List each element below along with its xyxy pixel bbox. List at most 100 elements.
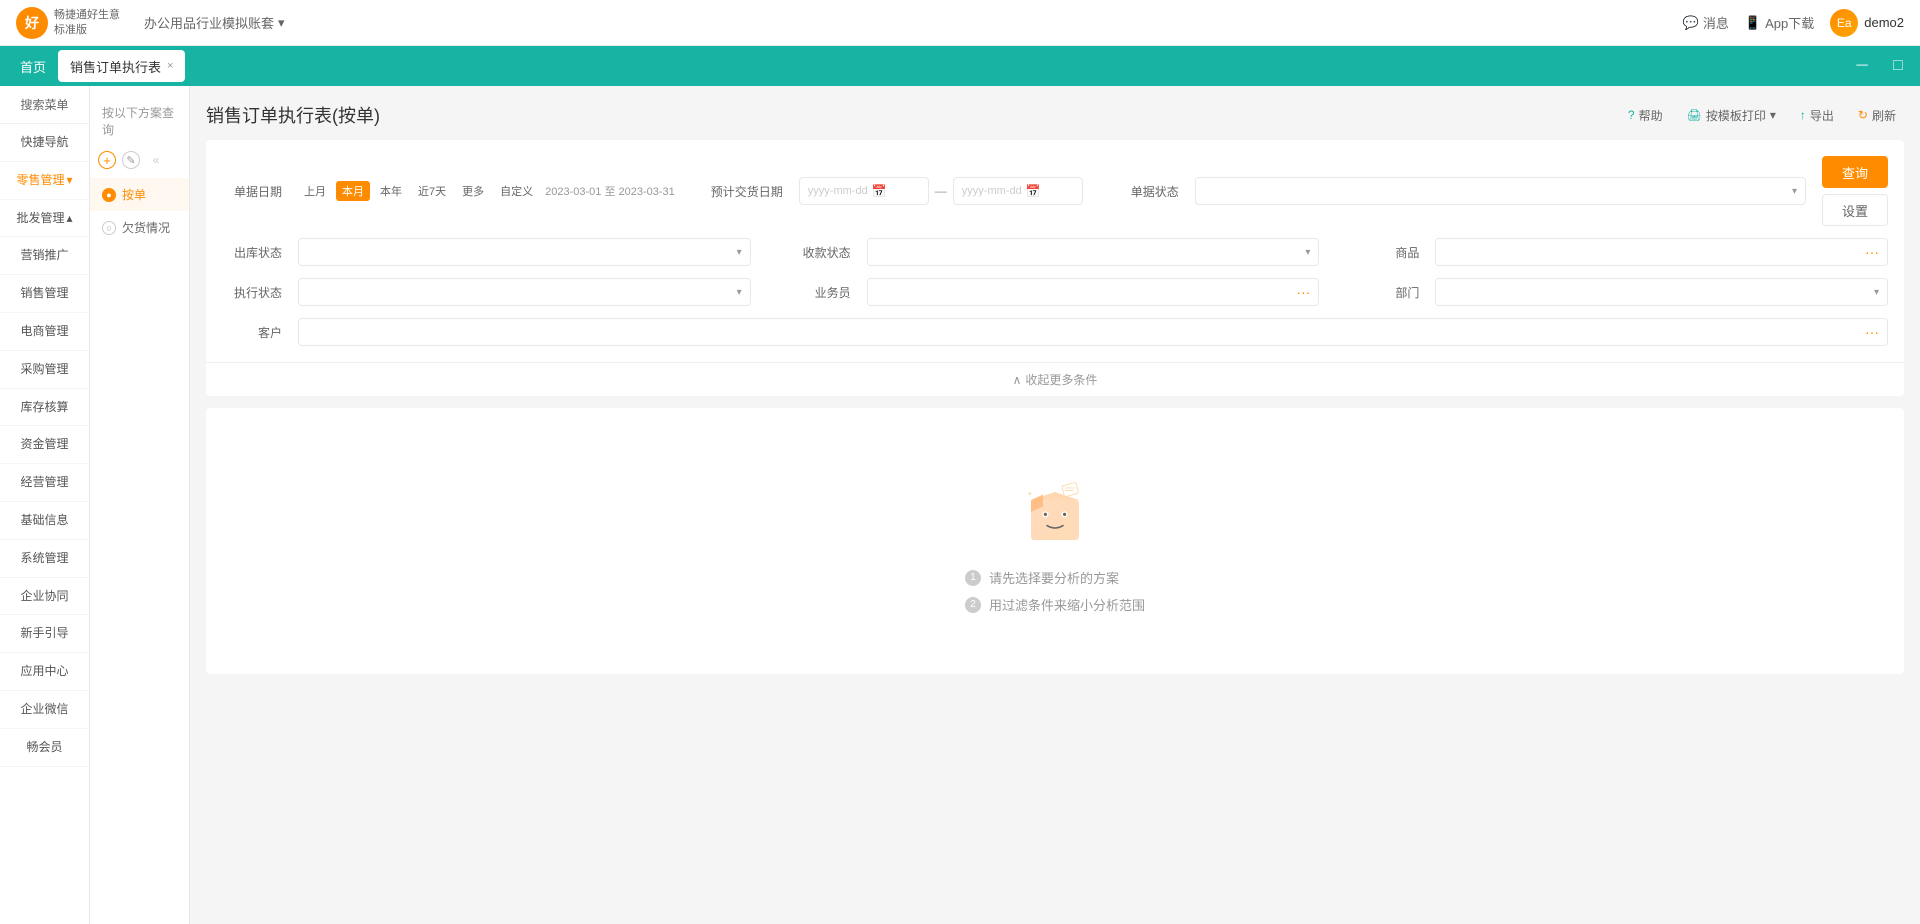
status-select[interactable]: ▾ — [1195, 177, 1806, 205]
sub-sidebar-title: 按以下方案查询 — [90, 96, 189, 146]
sidebar-item-newbie[interactable]: 新手引导 — [0, 615, 89, 653]
refresh-icon: ↻ — [1858, 108, 1868, 122]
expected-date-end[interactable]: yyyy-mm-dd 📅 — [953, 177, 1083, 205]
sidebar-item-app-center[interactable]: 应用中心 — [0, 653, 89, 691]
salesperson-label: 业务员 — [791, 284, 851, 301]
tab-close-icon[interactable]: × — [167, 60, 173, 72]
dept-select[interactable]: ▾ — [1435, 278, 1888, 306]
empty-tip-2: 2 用过滤条件来缩小分析范围 — [965, 595, 1145, 614]
filter-row-3: 执行状态 ▾ 业务员 ··· 部门 ▾ — [222, 278, 1888, 306]
calendar-icon-end: 📅 — [1026, 184, 1041, 198]
customer-select[interactable]: ··· — [298, 318, 1888, 346]
print-icon: 🖨 — [1687, 108, 1702, 122]
collapse-subsidebar-button[interactable]: « — [146, 150, 166, 170]
execution-arrow: ▾ — [737, 287, 742, 298]
sidebar-item-basic-info[interactable]: 基础信息 — [0, 502, 89, 540]
sidebar-item-enterprise[interactable]: 企业协同 — [0, 578, 89, 616]
tip-2-number: 2 — [965, 597, 981, 613]
customer-dots: ··· — [1865, 324, 1879, 340]
content-area: 销售订单执行表(按单) ? 帮助 🖨 按模板打印 ▾ ↑ 导出 ↻ 刷新 — [190, 86, 1920, 924]
sidebar-item-purchase[interactable]: 采购管理 — [0, 351, 89, 389]
date-this-year[interactable]: 本年 — [374, 181, 408, 201]
tip-1-number: 1 — [965, 570, 981, 586]
execution-status-select[interactable]: ▾ — [298, 278, 751, 306]
empty-state: ✦ ✦ 1 请先选择要分析的方案 2 用过滤条件来缩小分析范围 — [206, 408, 1904, 674]
delivery-status-label: 出库状态 — [222, 244, 282, 261]
inactive-scheme-indicator: ○ — [102, 221, 116, 235]
page-title: 销售订单执行表(按单) — [206, 102, 380, 128]
date-more[interactable]: 更多 — [456, 181, 490, 201]
print-template-button[interactable]: 🖨 按模板打印 ▾ — [1679, 103, 1784, 128]
main-sidebar: 搜索菜单 快捷导航 零售管理 ▾ 批发管理 ▴ 营销推广 销售管理 电商管理 采… — [0, 86, 90, 924]
logo[interactable]: 好 畅捷通好生意 标准版 — [16, 7, 120, 39]
collapse-row: ∧ 收起更多条件 — [206, 362, 1904, 396]
dropdown-icon: ▾ — [278, 15, 285, 31]
minimize-button[interactable]: ─ — [1848, 52, 1876, 80]
maximize-button[interactable]: □ — [1884, 52, 1912, 80]
tab-home[interactable]: 首页 — [8, 50, 58, 82]
retail-arrow: ▾ — [66, 172, 72, 189]
download-icon: 📱 — [1745, 15, 1761, 31]
goods-select[interactable]: ··· — [1435, 238, 1888, 266]
sidebar-item-system[interactable]: 系统管理 — [0, 540, 89, 578]
app-download-button[interactable]: 📱 App下载 — [1745, 13, 1814, 32]
date-label: 单据日期 — [222, 183, 282, 200]
filter-row-1: 单据日期 上月 本月 本年 近7天 更多 自定义 2023-03-01 至 20… — [222, 156, 1888, 226]
date-this-month[interactable]: 本月 — [336, 181, 370, 201]
message-icon: 💬 — [1683, 15, 1699, 31]
empty-tip-1: 1 请先选择要分析的方案 — [965, 568, 1145, 587]
avatar: Ea — [1830, 9, 1858, 37]
status-label: 单据状态 — [1119, 183, 1179, 200]
logo-icon: 好 — [16, 7, 48, 39]
top-title[interactable]: 办公用品行业模拟账套 ▾ — [144, 13, 285, 32]
sidebar-item-inventory[interactable]: 库存核算 — [0, 389, 89, 427]
sidebar-item-quicknav[interactable]: 快捷导航 — [0, 124, 89, 162]
help-icon: ? — [1628, 108, 1635, 122]
sidebar-item-ecommerce[interactable]: 电商管理 — [0, 313, 89, 351]
help-button[interactable]: ? 帮助 — [1620, 103, 1671, 128]
settings-button[interactable]: 设置 — [1822, 194, 1888, 226]
scheme-item-backorder[interactable]: ○ 欠货情况 — [90, 211, 189, 244]
date-last-month[interactable]: 上月 — [298, 181, 332, 201]
page-header: 销售订单执行表(按单) ? 帮助 🖨 按模板打印 ▾ ↑ 导出 ↻ 刷新 — [206, 102, 1904, 128]
sidebar-item-finance[interactable]: 资金管理 — [0, 426, 89, 464]
export-button[interactable]: ↑ 导出 — [1792, 103, 1842, 128]
payment-status-select[interactable]: ▾ — [867, 238, 1320, 266]
filter-row-4: 客户 ··· — [222, 318, 1888, 346]
sidebar-item-wholesale[interactable]: 批发管理 ▴ — [0, 200, 89, 238]
sidebar-item-wechat[interactable]: 企业微信 — [0, 691, 89, 729]
goods-dots: ··· — [1865, 244, 1879, 260]
salesperson-select[interactable]: ··· — [867, 278, 1320, 306]
scheme-item-by-order[interactable]: ● 按单 — [90, 178, 189, 211]
payment-status-label: 收款状态 — [791, 244, 851, 261]
active-scheme-indicator: ● — [102, 188, 116, 202]
date-last-7-days[interactable]: 近7天 — [412, 181, 452, 201]
user-menu[interactable]: Ea demo2 — [1830, 9, 1904, 37]
refresh-button[interactable]: ↻ 刷新 — [1850, 103, 1904, 128]
date-dash: — — [935, 184, 947, 198]
delivery-status-select[interactable]: ▾ — [298, 238, 751, 266]
svg-text:✦: ✦ — [1027, 491, 1032, 498]
page-actions: ? 帮助 🖨 按模板打印 ▾ ↑ 导出 ↻ 刷新 — [1620, 103, 1904, 128]
salesperson-dots: ··· — [1296, 284, 1310, 300]
add-scheme-button[interactable]: + — [98, 151, 116, 169]
expected-date-label: 预计交货日期 — [711, 183, 783, 200]
print-arrow: ▾ — [1770, 108, 1776, 122]
empty-tips: 1 请先选择要分析的方案 2 用过滤条件来缩小分析范围 — [965, 568, 1145, 614]
filter-row-2: 出库状态 ▾ 收款状态 ▾ 商品 ··· — [222, 238, 1888, 266]
sidebar-item-marketing[interactable]: 营销推广 — [0, 237, 89, 275]
sidebar-item-sales[interactable]: 销售管理 — [0, 275, 89, 313]
edit-scheme-button[interactable]: ✎ — [122, 151, 140, 169]
message-button[interactable]: 💬 消息 — [1683, 13, 1729, 32]
dept-label: 部门 — [1359, 284, 1419, 301]
tab-sales-order[interactable]: 销售订单执行表 × — [58, 50, 185, 82]
date-custom[interactable]: 自定义 — [494, 181, 539, 201]
query-button[interactable]: 查询 — [1822, 156, 1888, 188]
sidebar-search[interactable]: 搜索菜单 — [0, 86, 89, 124]
collapse-button[interactable]: ∧ 收起更多条件 — [1013, 371, 1098, 388]
sidebar-item-operations[interactable]: 经营管理 — [0, 464, 89, 502]
filter-panel: 单据日期 上月 本月 本年 近7天 更多 自定义 2023-03-01 至 20… — [206, 140, 1904, 396]
sidebar-item-retail[interactable]: 零售管理 ▾ — [0, 162, 89, 200]
sidebar-item-member[interactable]: 畅会员 — [0, 729, 89, 767]
expected-date-start[interactable]: yyyy-mm-dd 📅 — [799, 177, 929, 205]
